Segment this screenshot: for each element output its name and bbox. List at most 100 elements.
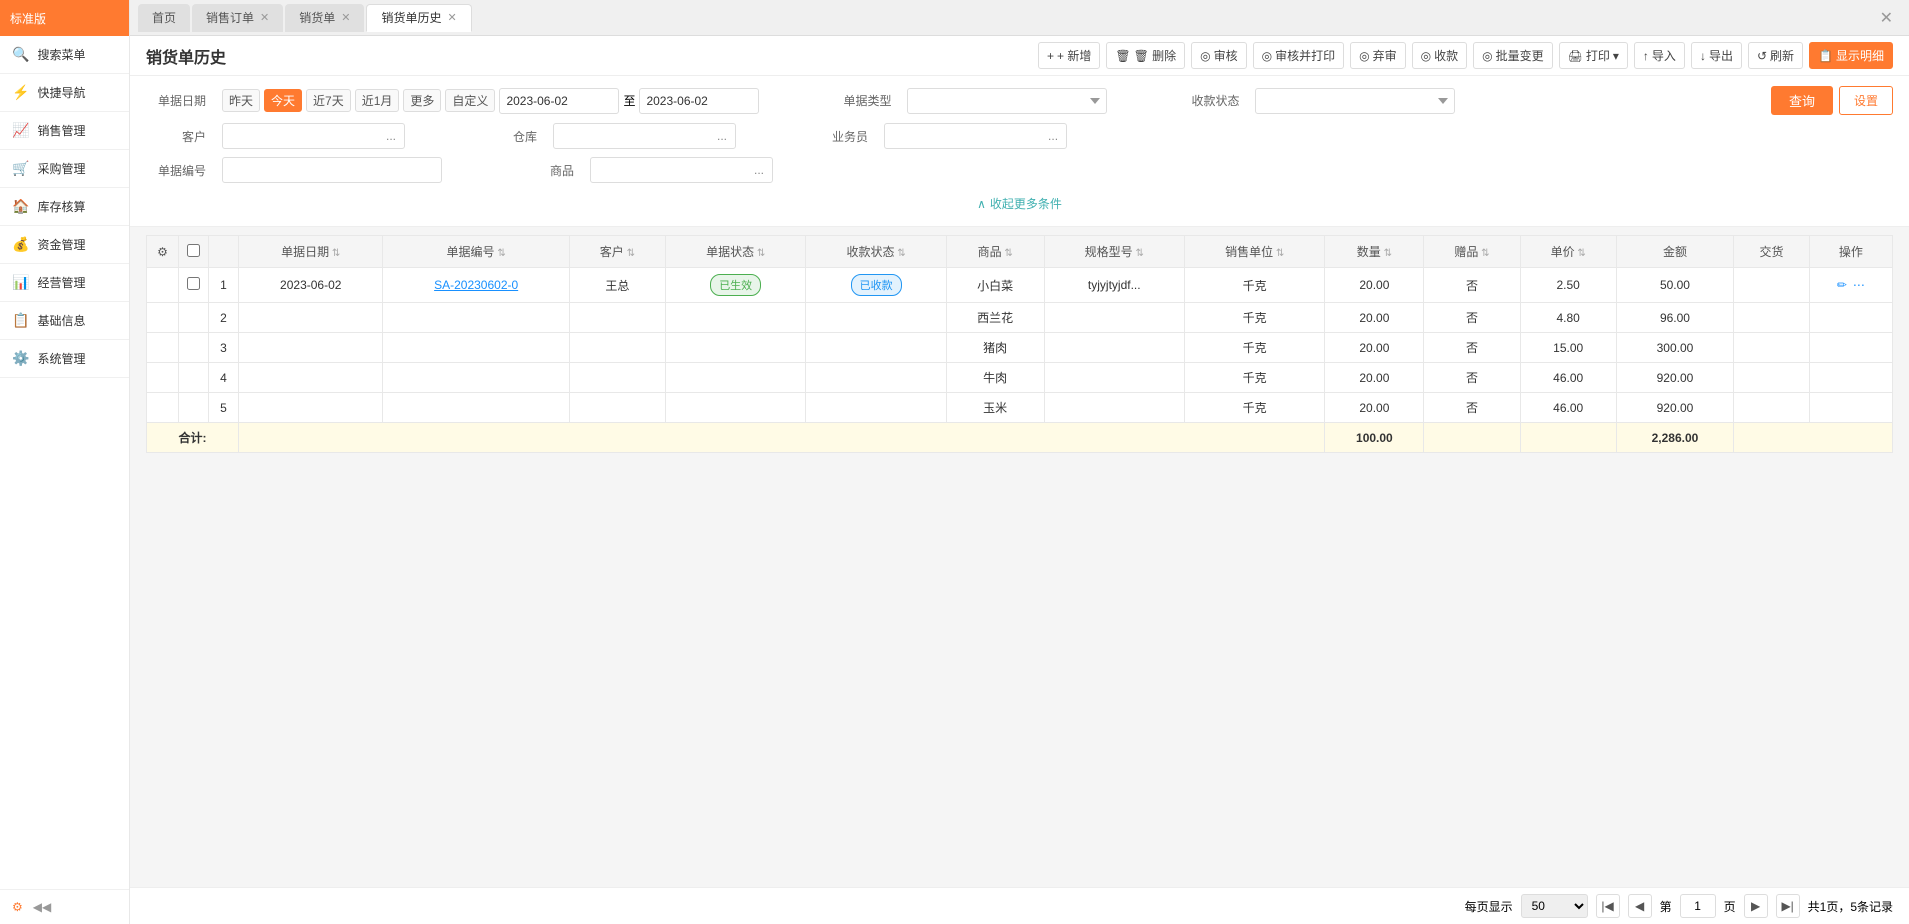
date-btn-more[interactable]: 更多 (403, 89, 441, 112)
sidebar-item-inventory[interactable]: 🏠 库存核算 (0, 188, 129, 226)
page-size-select[interactable]: 50 100 (1521, 894, 1588, 918)
edit-action[interactable]: ✏ (1837, 278, 1847, 292)
doc-type-select[interactable] (907, 88, 1107, 114)
sidebar-item-search-menu[interactable]: 🔍 搜索菜单 (0, 36, 129, 74)
sidebar-item-purchase-mgmt[interactable]: 🛒 采购管理 (0, 150, 129, 188)
customer-ellipsis[interactable]: ... (382, 129, 400, 143)
date-btn-custom[interactable]: 自定义 (445, 89, 495, 112)
date-btn-today[interactable]: 今天 (264, 89, 302, 112)
sidebar-item-operations[interactable]: 📊 经营管理 (0, 264, 129, 302)
sidebar-item-label: 基础信息 (37, 312, 85, 329)
sidebar-item-quick-nav[interactable]: ⚡ 快捷导航 (0, 74, 129, 112)
tab-bar-close[interactable]: ✕ (1872, 8, 1901, 28)
goods-input[interactable] (595, 163, 750, 177)
tab-shipment-close[interactable]: ✕ (341, 11, 350, 24)
collect-status-select[interactable] (1255, 88, 1455, 114)
summary-row: 合计: 100.00 2,286.00 (147, 423, 1893, 453)
col-doc-date[interactable]: 单据日期 (239, 236, 383, 268)
tab-shipment-history[interactable]: 销货单历史 ✕ (366, 4, 471, 32)
tab-shipment-label: 销货单 (299, 9, 335, 26)
next-page-button[interactable]: ▶ (1744, 894, 1768, 918)
last-page-button[interactable]: ▶| (1776, 894, 1800, 918)
col-spec[interactable]: 规格型号 (1044, 236, 1184, 268)
row-doc-no (383, 363, 569, 393)
summary-label: 合计: (147, 423, 239, 453)
delete-button[interactable]: 🗑 🗑 删除 (1106, 42, 1185, 69)
title-toolbar-row: 销货单历史 + + 新增 🗑 🗑 删除 ◎ 审核 ◎ 审核并打印 ◎ 弃审 ◎ … (130, 36, 1909, 76)
row-doc-no[interactable]: SA-20230602-0 (383, 268, 569, 303)
doc-no-input[interactable] (222, 157, 442, 183)
tab-shipment[interactable]: 销货单 ✕ (285, 4, 364, 32)
doc-status-badge: 已生效 (710, 274, 761, 296)
tab-sales-order[interactable]: 销售订单 ✕ (192, 4, 283, 32)
col-doc-no[interactable]: 单据编号 (383, 236, 569, 268)
tab-home[interactable]: 首页 (138, 4, 190, 32)
first-page-button[interactable]: |◀ (1596, 894, 1620, 918)
col-settings[interactable]: ⚙ (147, 236, 179, 268)
warehouse-input-wrapper: ... (553, 123, 736, 149)
col-unit[interactable]: 销售单位 (1184, 236, 1324, 268)
sidebar-item-system-mgmt[interactable]: ⚙️ 系统管理 (0, 340, 129, 378)
warehouse-ellipsis[interactable]: ... (713, 129, 731, 143)
action-buttons: ✏⋯ (1818, 278, 1884, 292)
row-doc-date: 2023-06-02 (239, 268, 383, 303)
query-button[interactable]: 查询 (1771, 86, 1833, 115)
goods-ellipsis[interactable]: ... (750, 163, 768, 177)
col-customer[interactable]: 客户 (569, 236, 665, 268)
cancel-review-button[interactable]: ◎ 弃审 (1350, 42, 1406, 69)
col-collect-status[interactable]: 收款状态 (806, 236, 946, 268)
collect-button[interactable]: ◎ 收款 (1412, 42, 1468, 69)
row-spec: tyjyjtyjdf... (1044, 268, 1184, 303)
row-customer: 王总 (569, 268, 665, 303)
tab-shipment-history-close[interactable]: ✕ (448, 11, 457, 24)
sidebar-item-finance[interactable]: 💰 资金管理 (0, 226, 129, 264)
warehouse-input[interactable] (558, 129, 713, 143)
col-gift[interactable]: 赠品 (1424, 236, 1520, 268)
row-customer (569, 303, 665, 333)
settings-button[interactable]: 设置 (1839, 86, 1893, 115)
col-qty[interactable]: 数量 (1325, 236, 1424, 268)
refresh-button[interactable]: ↺ 刷新 (1748, 42, 1803, 69)
tab-sales-order-close[interactable]: ✕ (260, 11, 269, 24)
date-to-input[interactable] (639, 88, 759, 114)
review-button[interactable]: ◎ 审核 (1191, 42, 1247, 69)
import-button[interactable]: ↑ 导入 (1634, 42, 1685, 69)
staff-ellipsis[interactable]: ... (1044, 129, 1062, 143)
show-detail-button[interactable]: 📋 显示明细 (1809, 42, 1893, 69)
col-doc-status[interactable]: 单据状态 (665, 236, 805, 268)
row-unit-price: 46.00 (1520, 363, 1616, 393)
prev-page-button[interactable]: ◀ (1628, 894, 1652, 918)
col-transaction: 交货 (1734, 236, 1810, 268)
select-all-checkbox[interactable] (187, 244, 200, 257)
date-btn-7days[interactable]: 近7天 (306, 89, 351, 112)
batch-change-button[interactable]: ◎ 批量变更 (1473, 42, 1553, 69)
row-transaction (1734, 363, 1810, 393)
sidebar-item-sales-mgmt[interactable]: 📈 销售管理 (0, 112, 129, 150)
customer-input[interactable] (227, 129, 382, 143)
date-btn-yesterday[interactable]: 昨天 (222, 89, 260, 112)
query-buttons: 查询 设置 (1771, 86, 1893, 115)
date-btn-1month[interactable]: 近1月 (355, 89, 400, 112)
add-button[interactable]: + + 新增 (1038, 42, 1100, 69)
pagination-bar: 每页显示 50 100 |◀ ◀ 第 页 ▶ ▶| 共1页，5条记录 (130, 887, 1909, 924)
row-checkbox[interactable] (187, 277, 200, 290)
col-goods[interactable]: 商品 (946, 236, 1044, 268)
row-spec (1044, 333, 1184, 363)
sidebar-item-label: 销售管理 (37, 122, 85, 139)
row-doc-status (665, 333, 805, 363)
print-button[interactable]: 🖨 打印 ▾ (1559, 42, 1628, 69)
sidebar-item-basic-info[interactable]: 📋 基础信息 (0, 302, 129, 340)
col-unit-price[interactable]: 单价 (1520, 236, 1616, 268)
sidebar-settings-icon[interactable]: ⚙ (12, 900, 23, 914)
export-button[interactable]: ↓ 导出 (1691, 42, 1742, 69)
doc-no-link[interactable]: SA-20230602-0 (434, 278, 518, 292)
review-print-button[interactable]: ◎ 审核并打印 (1253, 42, 1345, 69)
more-action[interactable]: ⋯ (1853, 278, 1865, 292)
staff-input[interactable] (889, 129, 1044, 143)
page-number-input[interactable] (1680, 894, 1716, 918)
row-gear[interactable] (147, 268, 179, 303)
date-from-input[interactable] (499, 88, 619, 114)
toolbar: + + 新增 🗑 🗑 删除 ◎ 审核 ◎ 审核并打印 ◎ 弃审 ◎ 收款 ◎ 批… (1038, 42, 1893, 69)
collapse-button[interactable]: ∧ 收起更多条件 (146, 191, 1893, 216)
sidebar-collapse-icon[interactable]: ◀◀ (33, 900, 51, 914)
